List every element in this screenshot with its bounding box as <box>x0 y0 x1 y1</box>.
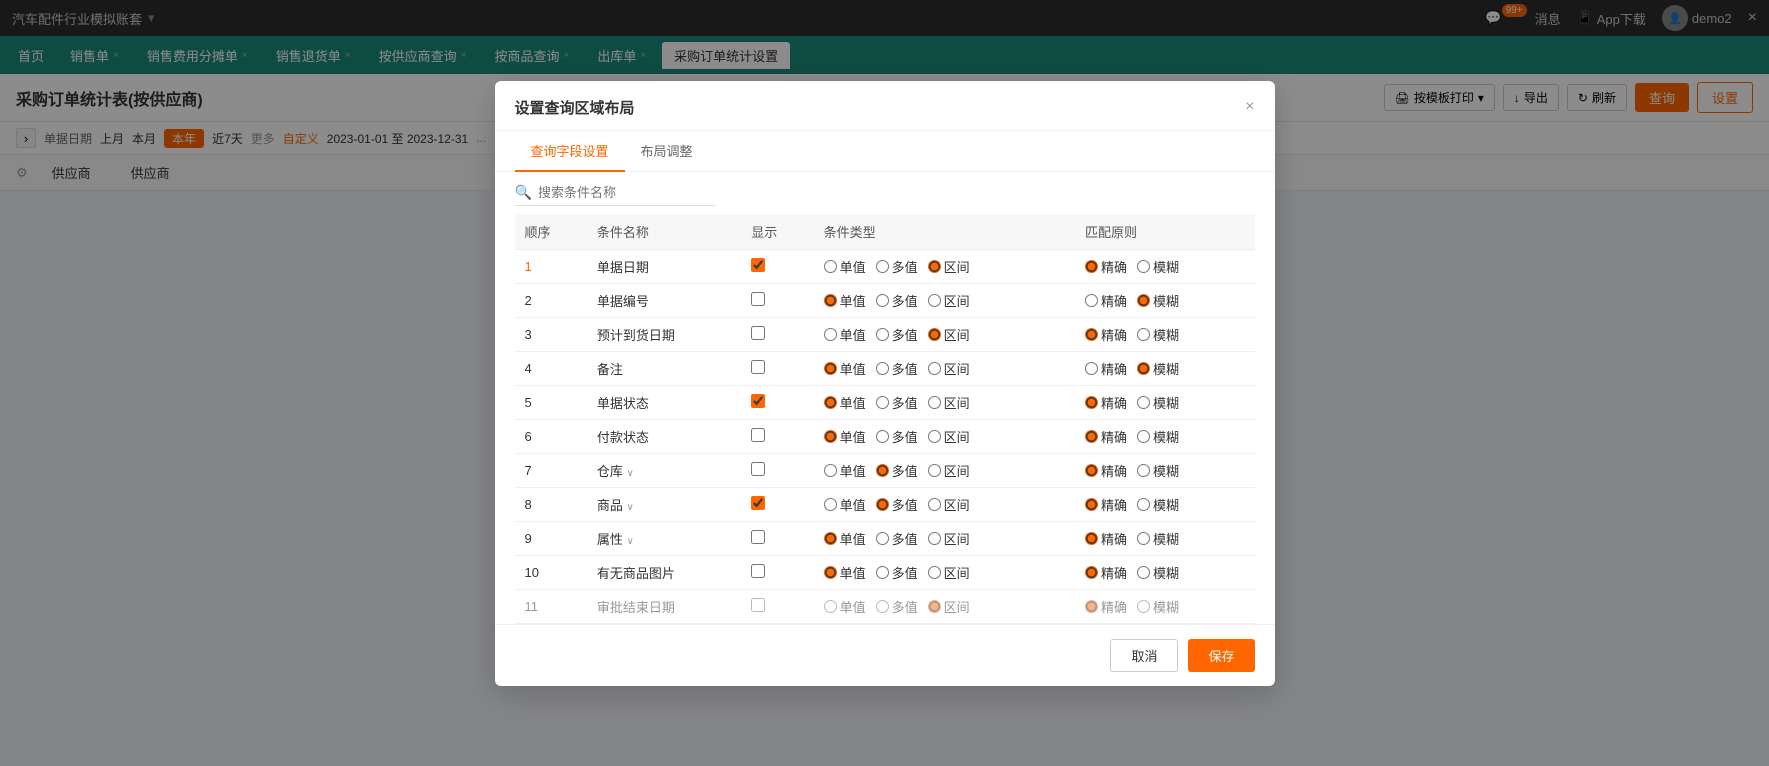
row-type: 单值 多值 区间 <box>814 453 1075 487</box>
row-match: 精确 模糊 <box>1075 521 1255 555</box>
row-order: 4 <box>515 351 587 385</box>
row-order: 7 <box>515 453 587 487</box>
display-checkbox[interactable] <box>751 530 765 544</box>
row-match: 精确 模糊 <box>1075 453 1255 487</box>
table-row: 2 单据编号 单值 多值 区间 精确 <box>515 283 1255 317</box>
dialog-header: 设置查询区域布局 × <box>495 81 1275 131</box>
table-row: 10 有无商品图片 单值 多值 区间 精确 <box>515 555 1255 589</box>
display-checkbox[interactable] <box>751 496 765 510</box>
display-checkbox[interactable] <box>751 394 765 408</box>
table-row: 6 付款状态 单值 多值 区间 精确 <box>515 419 1255 453</box>
display-checkbox[interactable] <box>751 428 765 442</box>
row-match: 精确 模糊 <box>1075 589 1255 623</box>
dialog-tab-layout[interactable]: 布局调整 <box>625 131 709 172</box>
display-checkbox[interactable] <box>751 258 765 272</box>
search-box: 🔍 <box>515 184 715 206</box>
row-match: 精确 模糊 <box>1075 351 1255 385</box>
row-display <box>741 419 813 453</box>
row-type: 单值 多值 区间 <box>814 521 1075 555</box>
row-order: 8 <box>515 487 587 521</box>
row-name: 备注 <box>587 351 741 385</box>
table-row: 1 单据日期 单值 多值 区间 精确 <box>515 249 1255 283</box>
row-display <box>741 385 813 419</box>
display-checkbox[interactable] <box>751 360 765 374</box>
row-order: 2 <box>515 283 587 317</box>
dialog-footer: 取消 保存 <box>495 624 1275 686</box>
row-name: 审批结束日期 <box>587 589 741 623</box>
th-name: 条件名称 <box>587 214 741 250</box>
th-type: 条件类型 <box>814 214 1075 250</box>
row-display <box>741 317 813 351</box>
table-row: 9 属性 ∨ 单值 多值 区间 精确 <box>515 521 1255 555</box>
table-row: 4 备注 单值 多值 区间 精确 <box>515 351 1255 385</box>
row-type: 单值 多值 区间 <box>814 487 1075 521</box>
row-display <box>741 249 813 283</box>
search-input[interactable] <box>538 185 715 200</box>
table-row: 5 单据状态 单值 多值 区间 精确 <box>515 385 1255 419</box>
dialog-search-area: 🔍 <box>495 172 1275 214</box>
row-name: 预计到货日期 <box>587 317 741 351</box>
row-name: 属性 ∨ <box>587 521 741 555</box>
row-match: 精确 模糊 <box>1075 249 1255 283</box>
dialog-title: 设置查询区域布局 <box>515 97 635 118</box>
th-match: 匹配原则 <box>1075 214 1255 250</box>
display-checkbox[interactable] <box>751 292 765 306</box>
dialog-table: 顺序 条件名称 显示 条件类型 匹配原则 1 单据日期 <box>515 214 1255 624</box>
row-name: 仓库 ∨ <box>587 453 741 487</box>
row-display <box>741 351 813 385</box>
dialog-table-wrap: 顺序 条件名称 显示 条件类型 匹配原则 1 单据日期 <box>495 214 1275 624</box>
row-order: 1 <box>515 249 587 283</box>
row-match: 精确 模糊 <box>1075 555 1255 589</box>
row-display <box>741 453 813 487</box>
th-order: 顺序 <box>515 214 587 250</box>
table-row: 3 预计到货日期 单值 多值 区间 精确 <box>515 317 1255 351</box>
row-order: 6 <box>515 419 587 453</box>
row-order: 11 <box>515 589 587 623</box>
row-display <box>741 555 813 589</box>
row-name: 付款状态 <box>587 419 741 453</box>
row-order: 9 <box>515 521 587 555</box>
row-name: 商品 ∨ <box>587 487 741 521</box>
dialog-close-btn[interactable]: × <box>1245 99 1254 115</box>
row-order: 5 <box>515 385 587 419</box>
settings-dialog: 设置查询区域布局 × 查询字段设置 布局调整 🔍 顺序 条件名称 显示 <box>495 81 1275 686</box>
display-checkbox[interactable] <box>751 598 765 612</box>
dialog-tabs: 查询字段设置 布局调整 <box>495 131 1275 172</box>
row-order: 10 <box>515 555 587 589</box>
row-match: 精确 模糊 <box>1075 487 1255 521</box>
row-type: 单值 多值 区间 <box>814 317 1075 351</box>
display-checkbox[interactable] <box>751 462 765 476</box>
row-match: 精确 模糊 <box>1075 283 1255 317</box>
row-type: 单值 多值 区间 <box>814 249 1075 283</box>
dialog-tab-query-fields[interactable]: 查询字段设置 <box>515 131 625 172</box>
row-name: 单据状态 <box>587 385 741 419</box>
cancel-button[interactable]: 取消 <box>1110 639 1178 672</box>
table-row: 11 审批结束日期 单值 多值 区间 精确 <box>515 589 1255 623</box>
row-display <box>741 487 813 521</box>
row-type: 单值 多值 区间 <box>814 589 1075 623</box>
row-type: 单值 多值 区间 <box>814 419 1075 453</box>
row-name: 单据编号 <box>587 283 741 317</box>
modal-overlay: 设置查询区域布局 × 查询字段设置 布局调整 🔍 顺序 条件名称 显示 <box>0 0 1769 766</box>
row-match: 精确 模糊 <box>1075 385 1255 419</box>
row-type: 单值 多值 区间 <box>814 351 1075 385</box>
table-row: 7 仓库 ∨ 单值 多值 区间 精确 <box>515 453 1255 487</box>
row-type: 单值 多值 区间 <box>814 385 1075 419</box>
row-order: 3 <box>515 317 587 351</box>
row-display <box>741 589 813 623</box>
search-icon: 🔍 <box>515 184 532 201</box>
row-match: 精确 模糊 <box>1075 419 1255 453</box>
display-checkbox[interactable] <box>751 564 765 578</box>
row-type: 单值 多值 区间 <box>814 555 1075 589</box>
th-display: 显示 <box>741 214 813 250</box>
row-name: 单据日期 <box>587 249 741 283</box>
table-row: 8 商品 ∨ 单值 多值 区间 精确 <box>515 487 1255 521</box>
row-name: 有无商品图片 <box>587 555 741 589</box>
display-checkbox[interactable] <box>751 326 765 340</box>
save-button[interactable]: 保存 <box>1188 639 1254 672</box>
row-display <box>741 521 813 555</box>
row-match: 精确 模糊 <box>1075 317 1255 351</box>
row-type: 单值 多值 区间 <box>814 283 1075 317</box>
row-display <box>741 283 813 317</box>
